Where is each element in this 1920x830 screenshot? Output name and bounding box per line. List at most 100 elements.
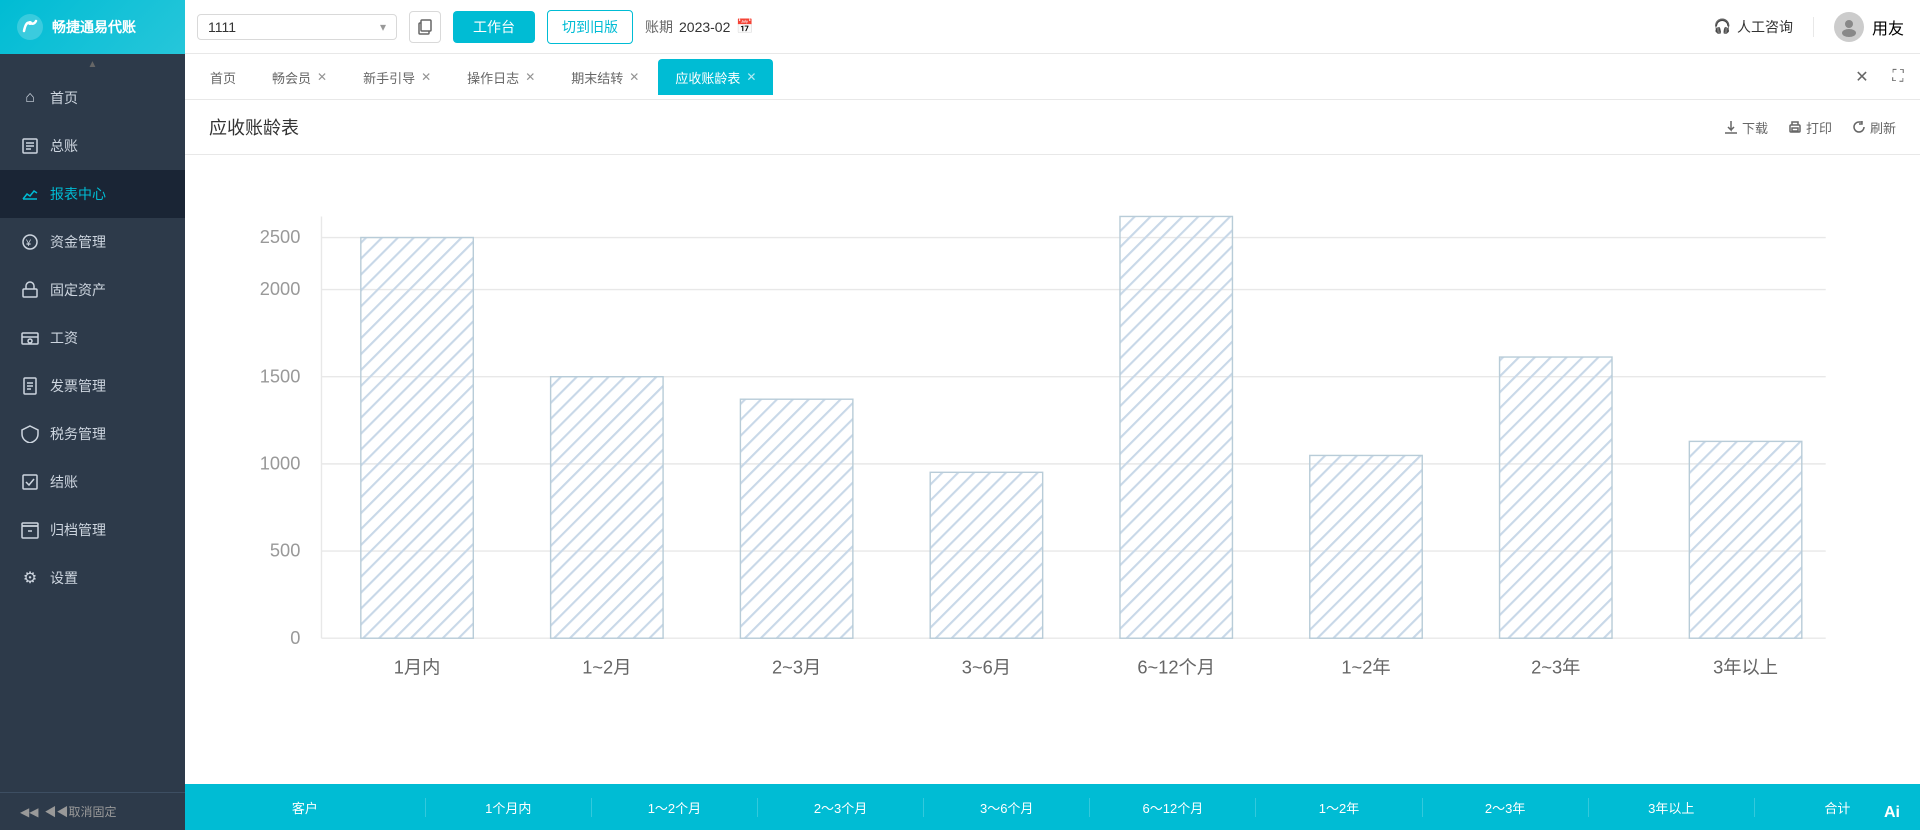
sidebar-item-funds[interactable]: ¥ 资金管理: [0, 218, 185, 266]
copy-button[interactable]: [409, 11, 441, 43]
tab-oplog[interactable]: 操作日志 ✕: [450, 59, 552, 95]
main-layout: ▲ ⌂ 首页 总账 报表中心: [0, 54, 1920, 830]
th-2-3year: 2～3年: [1423, 798, 1589, 817]
tab-label-ar-aging: 应收账龄表: [675, 68, 740, 87]
table-header: 客户 1个月内 1～2个月 2～3个月 3～6个月 6～12个月 1～2年 2～…: [185, 784, 1920, 830]
assets-icon: [20, 280, 40, 300]
th-1month: 1个月内: [426, 798, 592, 817]
tab-close-member[interactable]: ✕: [317, 70, 327, 84]
svg-text:1500: 1500: [260, 365, 301, 386]
headset-icon: 🎧: [1714, 18, 1731, 35]
sidebar-item-ledger[interactable]: 总账: [0, 122, 185, 170]
divider: [1813, 17, 1814, 37]
print-label: 打印: [1806, 118, 1832, 137]
period-area: 账期 2023-02 📅: [645, 17, 754, 37]
page-actions: 下载 打印: [1724, 118, 1896, 137]
archive-icon: [20, 520, 40, 540]
sidebar-scroll-up[interactable]: ▲: [0, 54, 185, 74]
th-1-2month: 1～2个月: [592, 798, 758, 817]
print-icon: [1788, 120, 1802, 134]
home-icon: ⌂: [20, 88, 40, 108]
consult-label: 人工咨询: [1737, 17, 1793, 37]
company-name: 1111: [208, 19, 374, 35]
tab-home[interactable]: 首页: [193, 59, 253, 95]
tab-member[interactable]: 畅会员 ✕: [255, 59, 344, 95]
ai-badge[interactable]: Ai: [1864, 796, 1920, 830]
sidebar-item-tax[interactable]: 税务管理: [0, 410, 185, 458]
sidebar-label-tax: 税务管理: [50, 424, 106, 444]
download-button[interactable]: 下载: [1724, 118, 1768, 137]
top-header: 畅捷通易代账 1111 ▾ 工作台 切到旧版 账期 2023-02 📅 🎧 人工…: [0, 0, 1920, 54]
sidebar-item-home[interactable]: ⌂ 首页: [0, 74, 185, 122]
sidebar-label-home: 首页: [50, 88, 78, 108]
page-content: 应收账龄表 下载: [185, 100, 1920, 830]
salary-icon: [20, 328, 40, 348]
calendar-icon[interactable]: 📅: [736, 18, 753, 35]
download-icon: [1724, 120, 1738, 134]
sidebar-label-assets: 固定资产: [50, 280, 106, 300]
period-value: 2023-02: [679, 19, 730, 35]
sidebar-item-reports[interactable]: 报表中心: [0, 170, 185, 218]
svg-text:¥: ¥: [25, 238, 32, 248]
sidebar-label-invoice: 发票管理: [50, 376, 106, 396]
tab-ar-aging[interactable]: 应收账龄表 ✕: [658, 59, 773, 95]
sidebar-label-salary: 工资: [50, 328, 78, 348]
avatar: [1834, 12, 1864, 42]
sidebar-item-archive[interactable]: 归档管理: [0, 506, 185, 554]
sidebar: ▲ ⌂ 首页 总账 报表中心: [0, 54, 185, 830]
sidebar-label-funds: 资金管理: [50, 232, 106, 252]
chart-section: 0 500 1000 1500 2000 2500: [185, 155, 1920, 784]
svg-text:2~3月: 2~3月: [772, 656, 821, 677]
user-area[interactable]: 用友: [1834, 12, 1904, 42]
chevron-down-icon: ▾: [380, 20, 386, 34]
svg-text:0: 0: [290, 627, 300, 648]
svg-text:1~2月: 1~2月: [582, 656, 631, 677]
refresh-button[interactable]: 刷新: [1852, 118, 1896, 137]
svg-text:1000: 1000: [260, 452, 301, 473]
tab-guide[interactable]: 新手引导 ✕: [346, 59, 448, 95]
funds-icon: ¥: [20, 232, 40, 252]
tab-close-oplog[interactable]: ✕: [525, 70, 535, 84]
header-right: 🎧 人工咨询 用友: [1714, 12, 1904, 42]
switch-version-button[interactable]: 切到旧版: [547, 10, 633, 44]
svg-text:2500: 2500: [260, 226, 301, 247]
tab-period-end[interactable]: 期末结转 ✕: [554, 59, 656, 95]
tab-close-ar-aging[interactable]: ✕: [746, 70, 756, 84]
close-tab-action[interactable]: ✕: [1848, 63, 1876, 91]
tab-label-home: 首页: [210, 68, 236, 87]
logo-area: 畅捷通易代账: [0, 0, 185, 54]
page-title: 应收账龄表: [209, 114, 299, 140]
consult-area[interactable]: 🎧 人工咨询: [1714, 17, 1793, 37]
aging-chart: 0 500 1000 1500 2000 2500: [209, 171, 1896, 768]
content-area: 首页 畅会员 ✕ 新手引导 ✕ 操作日志 ✕ 期末结转 ✕ 应收账龄表 ✕: [185, 54, 1920, 830]
sidebar-item-checkout[interactable]: 结账: [0, 458, 185, 506]
checkout-icon: [20, 472, 40, 492]
sidebar-item-invoice[interactable]: 发票管理: [0, 362, 185, 410]
logo-icon: [16, 13, 44, 41]
tab-close-guide[interactable]: ✕: [421, 70, 431, 84]
th-customer: 客户: [185, 798, 426, 817]
logo-text: 畅捷通易代账: [52, 17, 136, 37]
sidebar-item-salary[interactable]: 工资: [0, 314, 185, 362]
cancel-fixed-label: ◀◀取消固定: [44, 803, 116, 820]
th-3-6month: 3～6个月: [924, 798, 1090, 817]
tab-label-guide: 新手引导: [363, 68, 415, 87]
cancel-fixed[interactable]: ◀◀ ◀◀取消固定: [0, 792, 185, 830]
svg-text:1~2年: 1~2年: [1341, 656, 1390, 677]
workbench-button[interactable]: 工作台: [453, 11, 535, 43]
tab-close-period-end[interactable]: ✕: [629, 70, 639, 84]
sidebar-item-assets[interactable]: 固定资产: [0, 266, 185, 314]
company-selector[interactable]: 1111 ▾: [197, 14, 397, 40]
print-button[interactable]: 打印: [1788, 118, 1832, 137]
th-3year-plus: 3年以上: [1589, 798, 1755, 817]
sidebar-label-archive: 归档管理: [50, 520, 106, 540]
refresh-label: 刷新: [1870, 118, 1896, 137]
period-label: 账期: [645, 17, 673, 37]
tab-label-period-end: 期末结转: [571, 68, 623, 87]
expand-tab-action[interactable]: ⛶: [1884, 63, 1912, 91]
svg-text:500: 500: [270, 540, 300, 561]
sidebar-label-reports: 报表中心: [50, 184, 106, 204]
sidebar-item-settings[interactable]: ⚙ 设置: [0, 554, 185, 602]
reports-icon: [20, 184, 40, 204]
svg-text:6~12个月: 6~12个月: [1137, 656, 1215, 677]
